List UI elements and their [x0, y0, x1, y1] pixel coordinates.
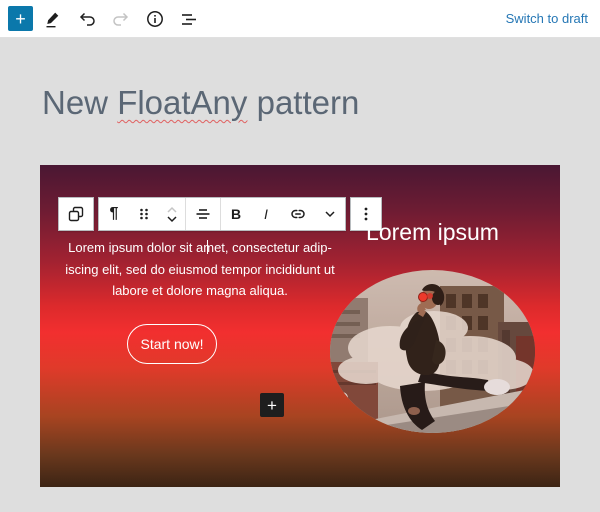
cover-block[interactable]: ¶ B I Lorem ipsum dolor sit amet, consec…	[40, 165, 560, 487]
redo-icon	[110, 8, 132, 30]
drag-handle[interactable]	[129, 198, 159, 230]
align-center-icon	[193, 204, 213, 224]
paragraph-line: iscing elit, sed do eiusmod tempor incid…	[65, 261, 335, 277]
appender-plus-icon: +	[267, 395, 277, 415]
info-icon	[144, 8, 166, 30]
post-title-part1: New	[42, 84, 118, 121]
start-now-button[interactable]: Start now!	[127, 324, 217, 364]
paragraph-line: Lorem ipsum dolor sit amet, consectetur …	[68, 240, 332, 255]
add-block-icon: +	[15, 8, 26, 29]
block-toolbar-main: ¶ B I	[98, 197, 346, 231]
select-parent-segment	[58, 197, 94, 231]
align-text-button[interactable]	[186, 198, 220, 230]
block-movers	[159, 198, 185, 230]
toolbar-left-group: +	[8, 5, 203, 33]
select-parent-button[interactable]	[59, 198, 93, 230]
redo-button[interactable]	[107, 5, 135, 33]
text-caret	[207, 240, 208, 254]
paragraph-block-button[interactable]: ¶	[99, 198, 129, 230]
italic-button[interactable]: I	[251, 198, 281, 230]
post-title-misspelled-word: FloatAny	[117, 84, 248, 121]
cover-heading[interactable]: Lorem ipsum	[330, 219, 535, 246]
editor-top-toolbar: + Switch to draft	[0, 0, 600, 38]
bold-icon: B	[230, 206, 242, 222]
list-view-button[interactable]	[175, 5, 203, 33]
block-appender-button[interactable]: +	[260, 393, 284, 417]
chevron-down-mover-icon	[165, 215, 179, 223]
edit-tool-button[interactable]	[39, 5, 67, 33]
cover-image-art	[330, 270, 535, 433]
drag-handle-icon	[137, 206, 151, 222]
chevron-up-icon	[165, 206, 179, 214]
details-button[interactable]	[141, 5, 169, 33]
pencil-icon	[42, 8, 64, 30]
start-now-label: Start now!	[140, 336, 204, 352]
select-parent-icon	[66, 204, 86, 224]
bold-button[interactable]: B	[221, 198, 251, 230]
paragraph-line: labore et dolore magna aliqua.	[112, 283, 288, 298]
post-title[interactable]: New FloatAny pattern	[42, 84, 359, 122]
post-title-part2: pattern	[247, 84, 360, 121]
switch-to-draft-link[interactable]: Switch to draft	[506, 11, 592, 26]
list-view-icon	[178, 8, 200, 30]
italic-icon: I	[264, 206, 268, 222]
cover-paragraph[interactable]: Lorem ipsum dolor sit amet, consectetur …	[50, 237, 350, 302]
move-down-button[interactable]	[165, 215, 179, 223]
move-up-button[interactable]	[165, 206, 179, 214]
paragraph-icon: ¶	[109, 205, 119, 222]
cover-image[interactable]	[330, 270, 535, 433]
undo-icon	[76, 8, 98, 30]
undo-button[interactable]	[73, 5, 101, 33]
add-block-button[interactable]: +	[8, 6, 33, 31]
link-button[interactable]	[281, 198, 315, 230]
link-icon	[288, 204, 308, 224]
